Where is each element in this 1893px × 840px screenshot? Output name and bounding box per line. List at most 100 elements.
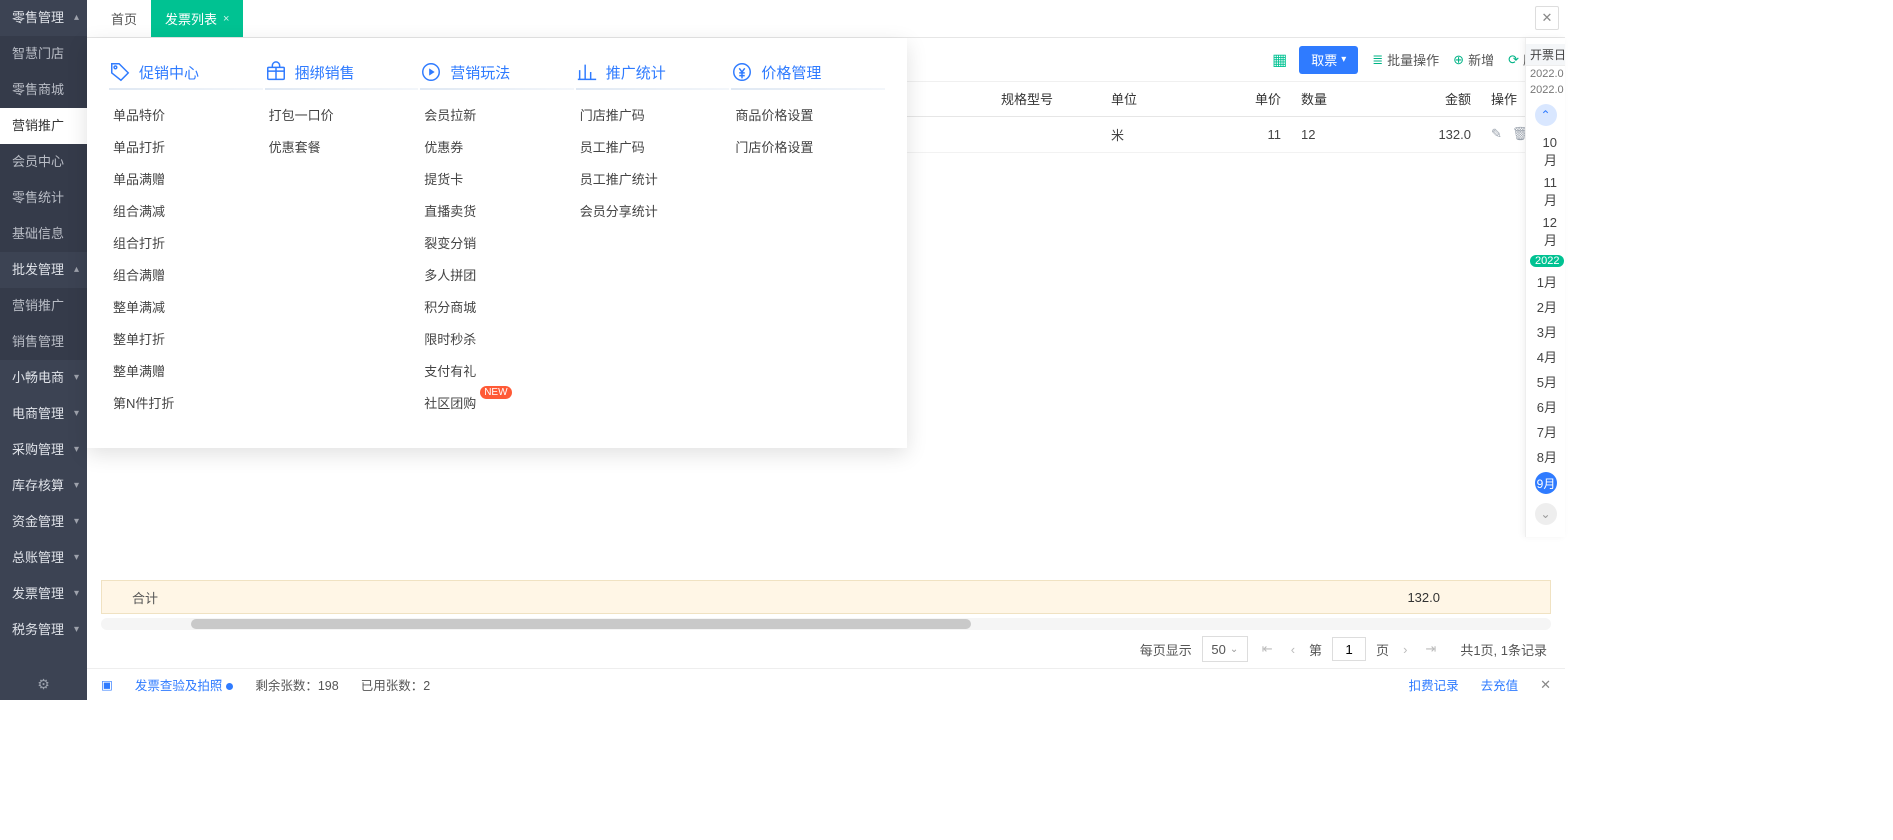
scrollbar-thumb[interactable] bbox=[191, 619, 971, 629]
mega-menu-item[interactable]: 优惠券 bbox=[420, 132, 574, 164]
sidebar-group[interactable]: 零售管理▴ bbox=[0, 0, 87, 36]
refresh-icon: ⟳ bbox=[1508, 52, 1519, 68]
month-item[interactable]: 12月 bbox=[1526, 212, 1565, 252]
mega-menu-item[interactable]: 会员拉新 bbox=[420, 100, 574, 132]
cell-price: 11 bbox=[1171, 116, 1291, 152]
month-item[interactable]: 4月 bbox=[1526, 344, 1565, 369]
sidebar-group[interactable]: 库存核算▾ bbox=[0, 468, 87, 504]
mega-menu-item[interactable]: 优惠套餐 bbox=[265, 132, 419, 164]
mega-menu-item[interactable]: 多人拼团 bbox=[420, 260, 574, 292]
last-page-button[interactable]: ⇥ bbox=[1421, 641, 1440, 657]
fly-year[interactable]: 2022.0 bbox=[1526, 66, 1565, 82]
sidebar-item[interactable]: 营销推广 bbox=[0, 288, 87, 324]
scroll-down-icon[interactable]: ⌄ bbox=[1535, 503, 1557, 525]
column-header[interactable]: 金额 bbox=[1381, 82, 1481, 116]
scroll-up-icon[interactable]: ⌃ bbox=[1535, 104, 1557, 126]
sidebar-item[interactable]: 基础信息 bbox=[0, 216, 87, 252]
mega-menu-item[interactable]: 门店价格设置 bbox=[731, 132, 885, 164]
mega-menu-item[interactable]: 单品特价 bbox=[109, 100, 263, 132]
sidebar-group[interactable]: 总账管理▾ bbox=[0, 540, 87, 576]
mega-menu-item[interactable]: 整单满赠 bbox=[109, 356, 263, 388]
edit-icon[interactable]: ✎ bbox=[1491, 126, 1502, 142]
close-icon[interactable]: ✕ bbox=[1540, 677, 1551, 693]
sidebar-group[interactable]: 税务管理▾ bbox=[0, 612, 87, 648]
new-badge: NEW bbox=[480, 386, 511, 399]
settings-icon[interactable]: ⚙ bbox=[0, 668, 87, 700]
mega-menu-item[interactable]: 积分商城 bbox=[420, 292, 574, 324]
mega-menu-item[interactable]: 单品满赠 bbox=[109, 164, 263, 196]
mega-menu-item[interactable]: 裂变分销 bbox=[420, 228, 574, 260]
month-item[interactable]: 9月 bbox=[1526, 469, 1565, 497]
month-item[interactable]: 2月 bbox=[1526, 294, 1565, 319]
month-item[interactable]: 5月 bbox=[1526, 369, 1565, 394]
month-item[interactable]: 3月 bbox=[1526, 319, 1565, 344]
sidebar-item[interactable]: 零售统计 bbox=[0, 180, 87, 216]
mega-menu-item[interactable]: 第N件打折 bbox=[109, 388, 263, 420]
close-icon[interactable]: × bbox=[223, 13, 229, 25]
mega-menu-item[interactable]: 组合打折 bbox=[109, 228, 263, 260]
column-header[interactable]: 数量 bbox=[1291, 82, 1381, 116]
marketing-mega-menu: 促销中心单品特价单品打折单品满赠组合满减组合打折组合满赠整单满减整单打折整单满赠… bbox=[87, 38, 907, 448]
sidebar-group[interactable]: 电商管理▾ bbox=[0, 396, 87, 432]
tab[interactable]: 首页 bbox=[97, 0, 151, 37]
column-header[interactable]: 单位 bbox=[1101, 82, 1171, 116]
fly-year[interactable]: 2022.0 bbox=[1526, 82, 1565, 98]
month-item[interactable]: 7月 bbox=[1526, 419, 1565, 444]
mega-menu-item[interactable]: 员工推广统计 bbox=[576, 164, 730, 196]
page-label-suf: 页 bbox=[1376, 640, 1389, 659]
recharge-link[interactable]: 去充值 bbox=[1481, 675, 1519, 694]
tab[interactable]: 发票列表× bbox=[151, 0, 243, 37]
sidebar-group[interactable]: 采购管理▾ bbox=[0, 432, 87, 468]
mega-menu-item[interactable]: 提货卡 bbox=[420, 164, 574, 196]
mega-menu-item[interactable]: 员工推广码 bbox=[576, 132, 730, 164]
mega-menu-item[interactable]: 门店推广码 bbox=[576, 100, 730, 132]
mega-menu-item[interactable]: 会员分享统计 bbox=[576, 196, 730, 228]
chevron-down-icon: ▾ bbox=[74, 504, 79, 540]
mega-menu-item[interactable]: 整单满减 bbox=[109, 292, 263, 324]
chevron-down-icon: ▾ bbox=[74, 360, 79, 396]
horizontal-scrollbar[interactable] bbox=[101, 618, 1551, 630]
sidebar-group[interactable]: 批发管理▴ bbox=[0, 252, 87, 288]
mega-menu-item[interactable]: 支付有礼 bbox=[420, 356, 574, 388]
mega-menu-item[interactable]: 限时秒杀 bbox=[420, 324, 574, 356]
page-input[interactable] bbox=[1332, 637, 1366, 661]
mega-menu-item[interactable]: 商品价格设置 bbox=[731, 100, 885, 132]
mega-menu-item[interactable]: 组合满减 bbox=[109, 196, 263, 228]
sidebar-item[interactable]: 会员中心 bbox=[0, 144, 87, 180]
invoice-check-link[interactable]: 发票查验及拍照 bbox=[135, 675, 234, 694]
mega-menu-item[interactable]: 整单打折 bbox=[109, 324, 263, 356]
month-item[interactable]: 11月 bbox=[1526, 172, 1565, 212]
column-header[interactable]: 规格型号 bbox=[991, 82, 1101, 116]
qr-icon[interactable]: ▦ bbox=[1272, 50, 1285, 70]
get-invoice-button[interactable]: 取票 ▾ bbox=[1299, 46, 1358, 74]
prev-page-button[interactable]: ‹ bbox=[1287, 642, 1299, 657]
sidebar-item[interactable]: 营销推广 bbox=[0, 108, 87, 144]
per-page-select[interactable]: 50⌄ bbox=[1202, 636, 1248, 662]
mega-menu-item[interactable]: 单品打折 bbox=[109, 132, 263, 164]
sidebar-group[interactable]: 小畅电商▾ bbox=[0, 360, 87, 396]
month-item[interactable]: 1月 bbox=[1526, 269, 1565, 294]
tab-bar: 首页发票列表× ✕ bbox=[87, 0, 1565, 38]
close-all-tabs-button[interactable]: ✕ bbox=[1535, 6, 1559, 30]
add-button[interactable]: ⊕新增 bbox=[1453, 50, 1494, 69]
sidebar-item[interactable]: 智慧门店 bbox=[0, 36, 87, 72]
mega-menu-item[interactable]: 社区团购NEW bbox=[420, 388, 574, 420]
mega-menu-item[interactable]: 直播卖货 bbox=[420, 196, 574, 228]
batch-ops-button[interactable]: ≣批量操作 bbox=[1372, 50, 1439, 69]
fly-header[interactable]: 开票日 bbox=[1526, 44, 1565, 66]
month-item[interactable]: 10月 bbox=[1526, 132, 1565, 172]
cell-qty: 12 bbox=[1291, 116, 1381, 152]
sidebar-group[interactable]: 资金管理▾ bbox=[0, 504, 87, 540]
mega-column-header: 促销中心 bbox=[109, 56, 263, 90]
column-header[interactable]: 单价 bbox=[1171, 82, 1291, 116]
mega-menu-item[interactable]: 打包一口价 bbox=[265, 100, 419, 132]
first-page-button[interactable]: ⇤ bbox=[1258, 641, 1277, 657]
sidebar-item[interactable]: 销售管理 bbox=[0, 324, 87, 360]
sidebar-item[interactable]: 零售商城 bbox=[0, 72, 87, 108]
month-item[interactable]: 6月 bbox=[1526, 394, 1565, 419]
month-item[interactable]: 8月 bbox=[1526, 444, 1565, 469]
next-page-button[interactable]: › bbox=[1399, 642, 1411, 657]
mega-menu-item[interactable]: 组合满赠 bbox=[109, 260, 263, 292]
sidebar-group[interactable]: 发票管理▾ bbox=[0, 576, 87, 612]
charge-log-link[interactable]: 扣费记录 bbox=[1409, 675, 1459, 694]
